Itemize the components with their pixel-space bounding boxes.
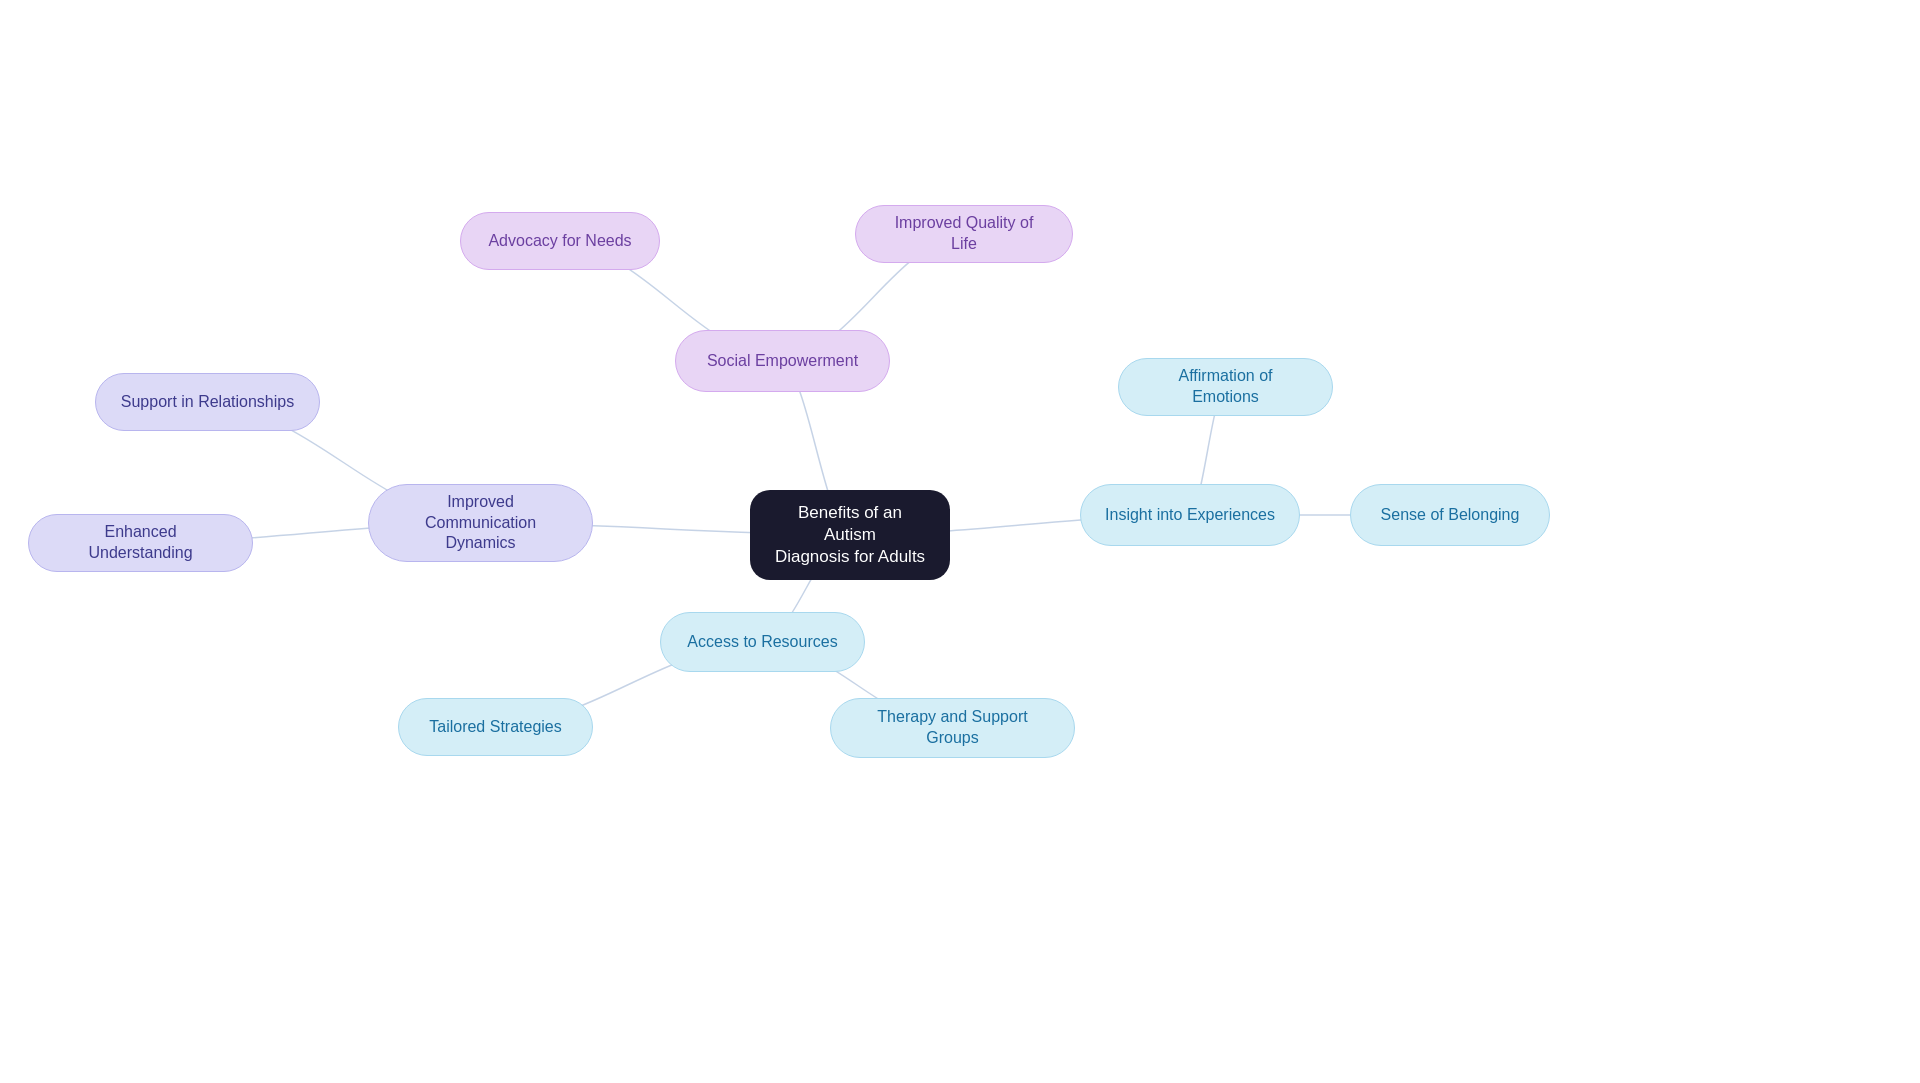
sense-belong-label: Sense of Belonging (1381, 505, 1520, 526)
tailored-label: Tailored Strategies (429, 717, 562, 738)
improved-quality-label: Improved Quality of Life (880, 213, 1048, 255)
improved-quality-node: Improved Quality of Life (855, 205, 1073, 263)
affirmation-label: Affirmation of Emotions (1143, 366, 1308, 408)
insight-label: Insight into Experiences (1105, 505, 1275, 526)
improved-comm-node: Improved Communication Dynamics (368, 484, 593, 562)
advocacy-node: Advocacy for Needs (460, 212, 660, 270)
center-node: Benefits of an Autism Diagnosis for Adul… (750, 490, 950, 580)
access-res-label: Access to Resources (687, 632, 837, 653)
tailored-node: Tailored Strategies (398, 698, 593, 756)
therapy-label: Therapy and Support Groups (855, 707, 1050, 749)
center-label: Benefits of an Autism Diagnosis for Adul… (774, 502, 926, 568)
affirmation-node: Affirmation of Emotions (1118, 358, 1333, 416)
advocacy-label: Advocacy for Needs (488, 231, 631, 252)
access-res-node: Access to Resources (660, 612, 865, 672)
therapy-node: Therapy and Support Groups (830, 698, 1075, 758)
enhanced-under-node: Enhanced Understanding (28, 514, 253, 572)
enhanced-under-label: Enhanced Understanding (53, 522, 228, 564)
support-rel-node: Support in Relationships (95, 373, 320, 431)
sense-belong-node: Sense of Belonging (1350, 484, 1550, 546)
insight-node: Insight into Experiences (1080, 484, 1300, 546)
support-rel-label: Support in Relationships (121, 392, 294, 413)
social-empowerment-label: Social Empowerment (707, 351, 858, 372)
improved-comm-label: Improved Communication Dynamics (393, 492, 568, 554)
social-empowerment-node: Social Empowerment (675, 330, 890, 392)
